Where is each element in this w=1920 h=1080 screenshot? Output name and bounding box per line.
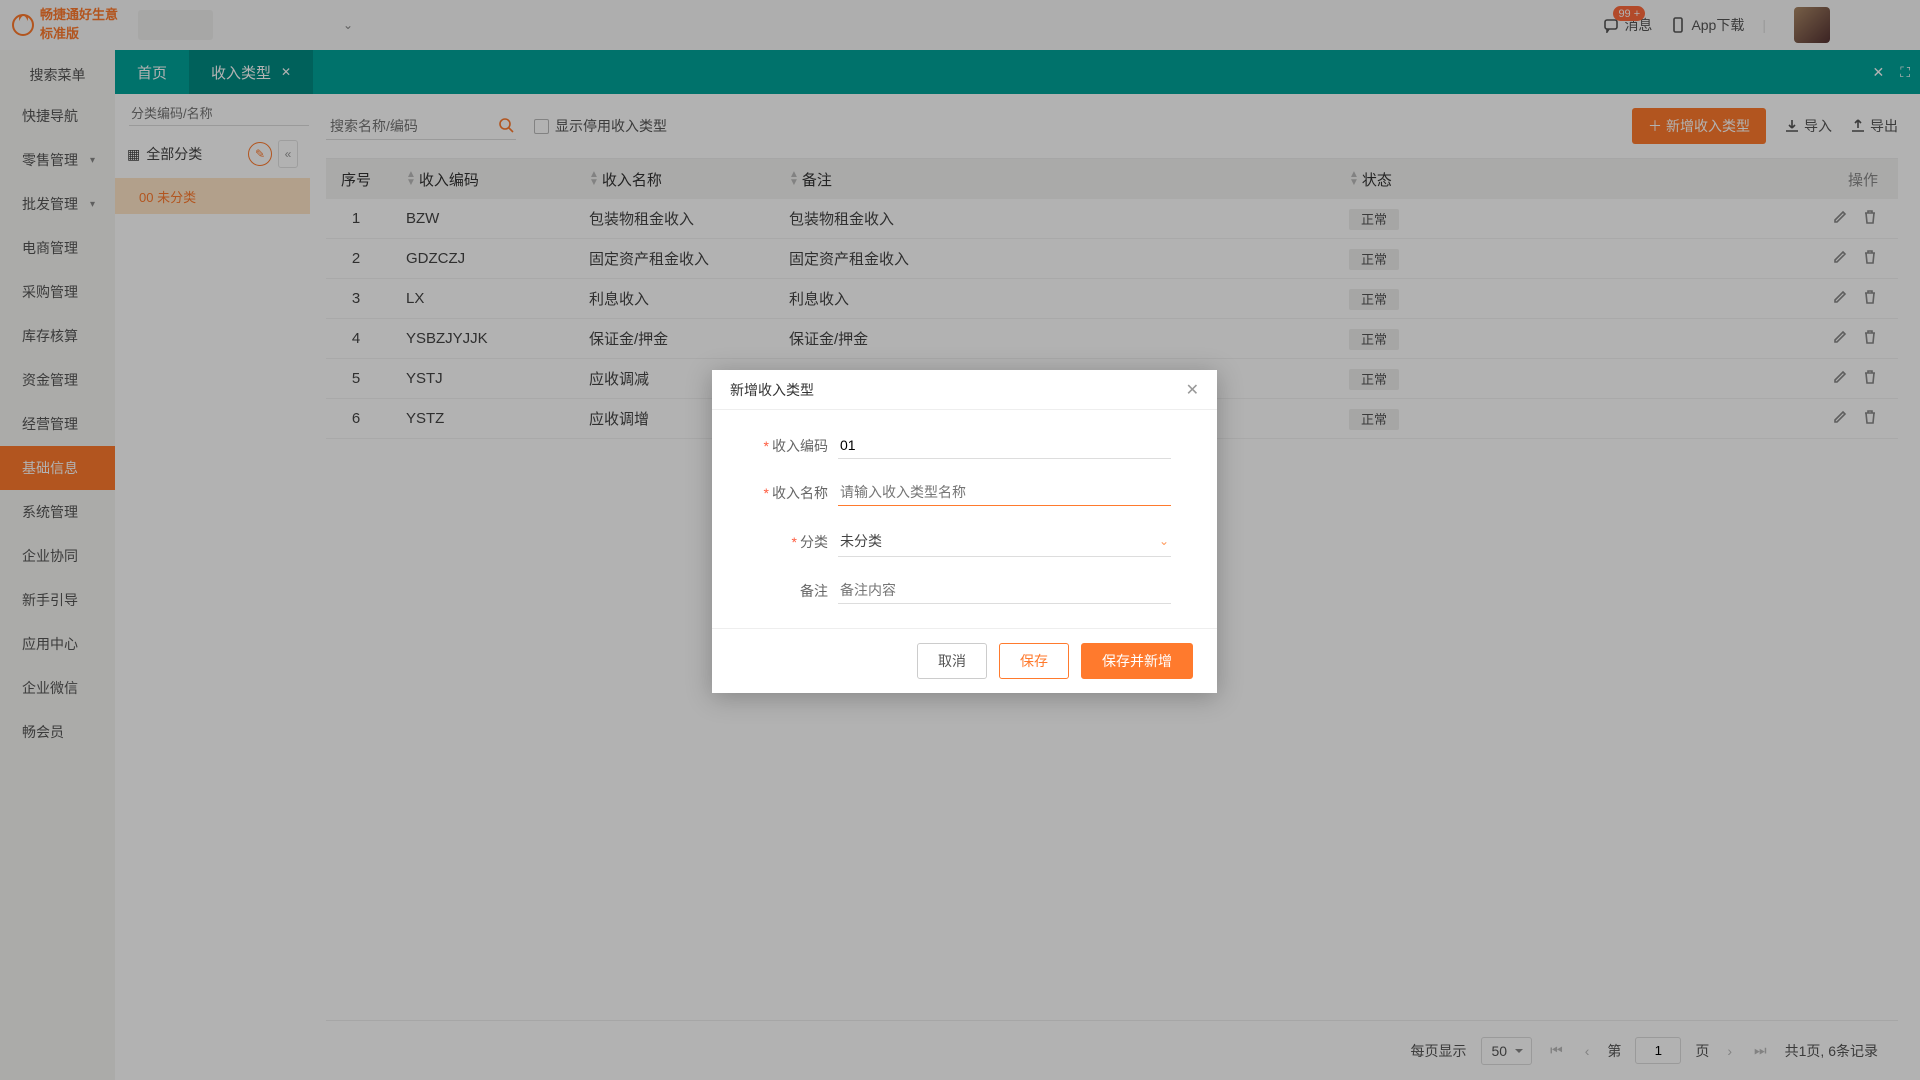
remark-input[interactable]	[838, 577, 1171, 604]
modal-title: 新增收入类型	[730, 380, 814, 400]
code-input[interactable]	[838, 432, 1171, 459]
cancel-button[interactable]: 取消	[917, 643, 987, 679]
remark-label: 备注	[800, 583, 828, 599]
chevron-down-icon: ⌄	[1159, 534, 1169, 548]
name-input[interactable]	[838, 479, 1171, 506]
category-label: 分类	[800, 534, 828, 550]
code-label: 收入编码	[772, 438, 828, 454]
close-icon[interactable]: ✕	[1186, 380, 1199, 400]
name-label: 收入名称	[772, 485, 828, 501]
save-and-add-button[interactable]: 保存并新增	[1081, 643, 1193, 679]
category-value: 未分类	[840, 531, 882, 551]
save-button[interactable]: 保存	[999, 643, 1069, 679]
category-select[interactable]: 未分类 ⌄	[838, 526, 1171, 557]
add-income-type-modal: 新增收入类型 ✕ *收入编码 *收入名称 *分类 未分类 ⌄ 备注 取消 保存 …	[712, 370, 1217, 693]
